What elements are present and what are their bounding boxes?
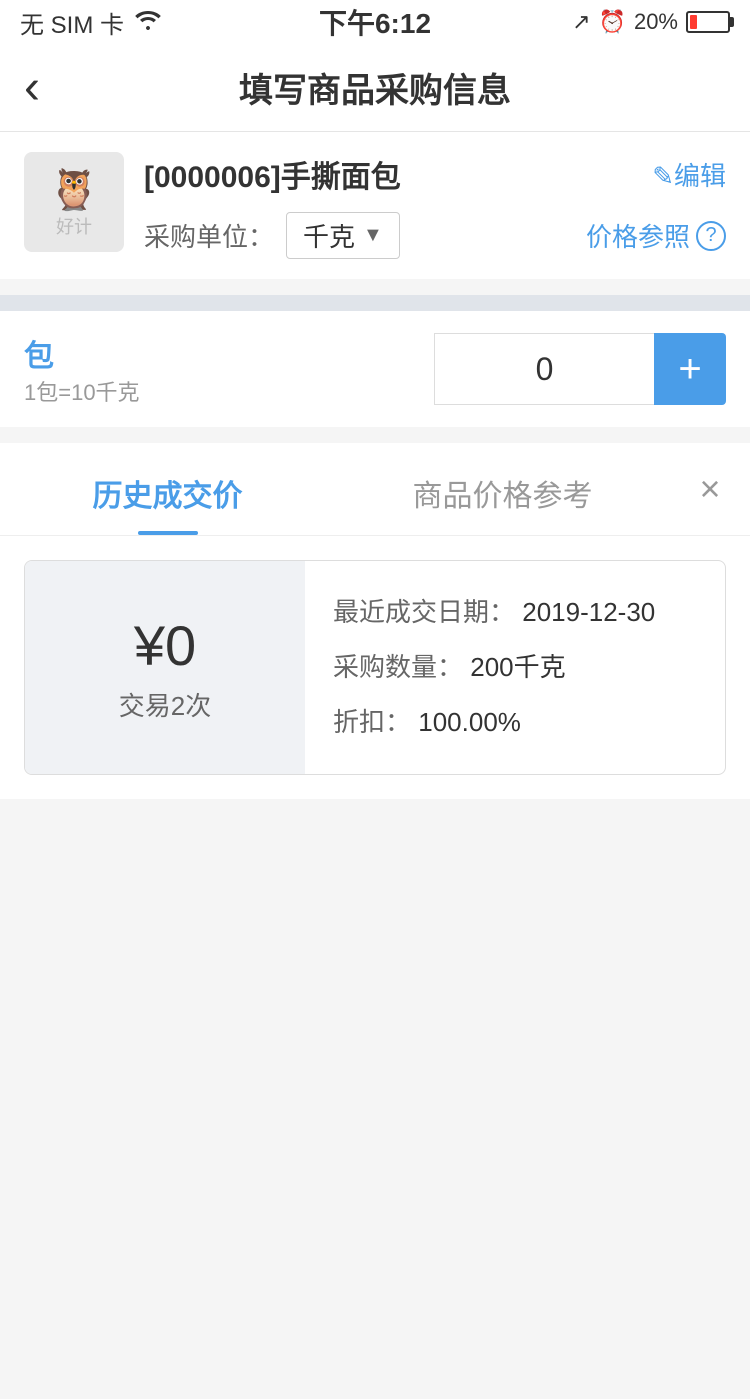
tab-product-price-reference[interactable]: 商品价格参考 [335,443,670,535]
location-icon: ↗ [572,9,590,35]
product-info: [0000006]手撕面包 ✎编辑 采购单位： 千克 ▼ 价格参照 ? [144,152,726,259]
back-icon: ‹ [24,60,40,115]
battery-icon [686,11,730,33]
price-amount: ¥0 [134,613,196,678]
network-label: 无 SIM 卡 [20,5,124,40]
product-name-row: [0000006]手撕面包 ✎编辑 [144,152,726,196]
price-card-wrapper: ¥0 交易2次 最近成交日期： 2019-12-30 采购数量： 200千克 折… [0,536,750,799]
discount-label: 折扣： [333,707,411,737]
price-card-right: 最近成交日期： 2019-12-30 采购数量： 200千克 折扣： 100.0… [305,561,725,774]
product-card: 🦉 好计 [0000006]手撕面包 ✎编辑 采购单位： 千克 ▼ 价格参照 [0,132,750,279]
product-image: 🦉 好计 [24,152,124,252]
quantity-input[interactable]: 0 [434,333,654,405]
back-button[interactable]: ‹ [24,60,40,115]
status-right: ↗ ⏰ 20% [572,9,730,35]
product-name: [0000006]手撕面包 [144,152,401,196]
unit-value: 千克 [303,217,355,254]
unit-select[interactable]: 千克 ▼ [286,212,400,259]
tab-history-price[interactable]: 历史成交价 [0,443,335,535]
quantity-control: 0 + [434,333,726,405]
price-reference-button[interactable]: 价格参照 ? [586,217,726,254]
wifi-icon [132,8,164,37]
tab-bar: 历史成交价 商品价格参考 × [0,443,750,536]
currency-symbol: ¥ [134,614,165,677]
price-ref-label: 价格参照 [586,217,690,254]
unit-dropdown-icon: ▼ [363,224,383,247]
tab-close-button[interactable]: × [670,448,750,530]
product-header: 🦉 好计 [0000006]手撕面包 ✎编辑 采购单位： 千克 ▼ 价格参照 [24,152,726,259]
close-icon: × [699,468,720,510]
status-time: 下午6:12 [319,2,431,42]
discount-row: 折扣： 100.00% [333,703,697,742]
price-value: 0 [165,614,196,677]
recent-date-row: 最近成交日期： 2019-12-30 [333,593,697,632]
price-ref-help-icon: ? [696,221,726,251]
quantity-row: 包 1包=10千克 0 + [0,311,750,427]
section-divider [0,295,750,311]
status-bar: 无 SIM 卡 下午6:12 ↗ ⏰ 20% [0,0,750,44]
battery-percent: 20% [634,9,678,35]
purchase-qty-row: 采购数量： 200千克 [333,648,697,687]
tab-section: 历史成交价 商品价格参考 × ¥0 交易2次 最近成交日期： 2019-12-3… [0,443,750,799]
plus-icon: + [678,347,701,392]
purchase-qty-value: 200千克 [470,652,565,682]
price-card-left: ¥0 交易2次 [25,561,305,774]
product-unit-row: 采购单位： 千克 ▼ 价格参照 ? [144,212,726,259]
alarm-icon: ⏰ [599,9,626,35]
price-trades: 交易2次 [119,686,211,723]
purchase-qty-label: 采购数量： [333,652,463,682]
nav-bar: ‹ 填写商品采购信息 [0,44,750,132]
recent-date-label: 最近成交日期： [333,597,515,627]
quantity-plus-button[interactable]: + [654,333,726,405]
product-logo-label: 好计 [56,217,92,237]
bottom-space [0,799,750,1399]
edit-button[interactable]: ✎编辑 [652,156,726,193]
quantity-hint: 1包=10千克 [24,375,140,407]
product-logo-icon: 🦉 [49,166,99,213]
recent-date-value: 2019-12-30 [522,597,655,627]
page-title: 填写商品采购信息 [239,63,511,112]
discount-value: 100.00% [418,707,521,737]
quantity-unit-name: 包 [24,331,140,375]
unit-label: 采购单位： [144,217,274,254]
price-card: ¥0 交易2次 最近成交日期： 2019-12-30 采购数量： 200千克 折… [24,560,726,775]
status-left: 无 SIM 卡 [20,5,164,40]
